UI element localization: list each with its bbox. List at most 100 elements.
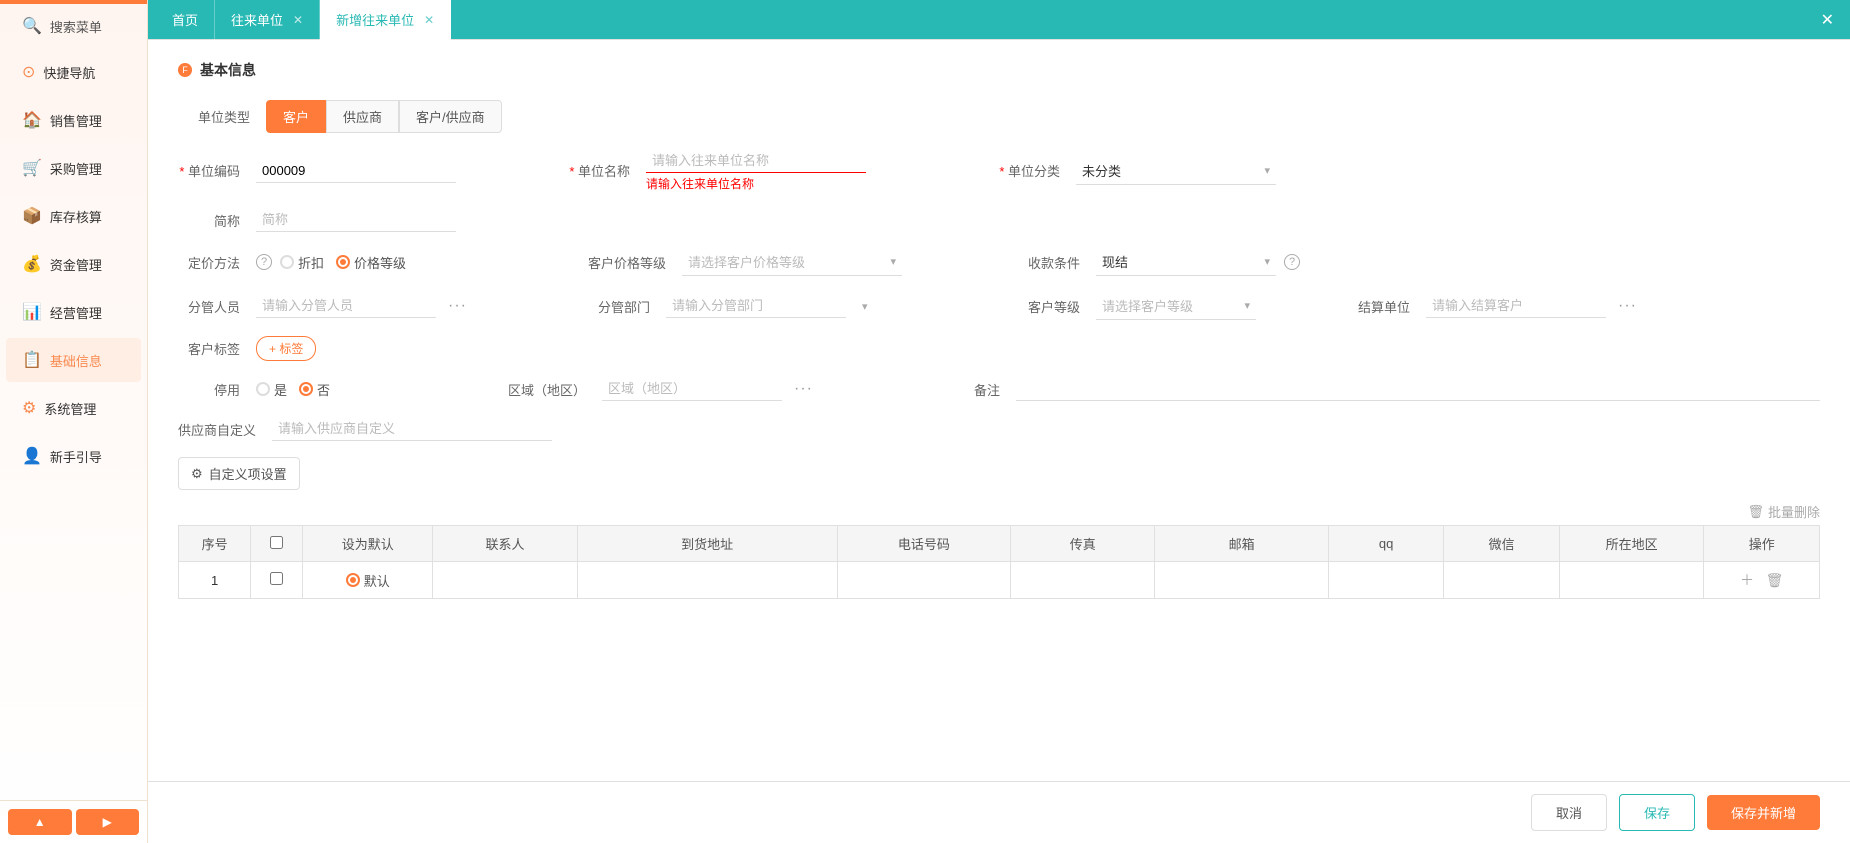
sidebar-label: 库存核算 bbox=[50, 207, 102, 226]
unit-type-group: 单位类型 客户 供应商 客户/供应商 bbox=[178, 100, 502, 133]
cell-email[interactable] bbox=[1155, 562, 1328, 599]
customer-price-label: 客户价格等级 bbox=[588, 253, 674, 272]
pricing-label: 定价方法 bbox=[178, 253, 248, 272]
manager-input[interactable] bbox=[256, 294, 436, 318]
sidebar-item-search[interactable]: 🔍 搜索菜单 bbox=[6, 6, 141, 46]
qq-input[interactable] bbox=[1339, 573, 1434, 588]
save-button[interactable]: 保存 bbox=[1619, 794, 1695, 831]
custom-settings-button[interactable]: ⚙ 自定义项设置 bbox=[178, 457, 300, 490]
sidebar-item-purchase[interactable]: 🛒 采购管理 bbox=[6, 146, 141, 190]
type-btn-customer[interactable]: 客户 bbox=[266, 100, 326, 133]
cell-action: ＋ 🗑 bbox=[1704, 562, 1820, 599]
supplier-custom-input[interactable] bbox=[272, 417, 552, 441]
sidebar-search-label: 搜索菜单 bbox=[50, 17, 102, 36]
manager-more-btn[interactable]: ··· bbox=[444, 297, 471, 315]
phone-input[interactable] bbox=[848, 573, 1000, 588]
cell-checkbox[interactable] bbox=[251, 562, 303, 599]
short-name-row: 简称 bbox=[178, 208, 1820, 232]
select-all-checkbox[interactable] bbox=[270, 536, 283, 549]
sidebar-label: 系统管理 bbox=[44, 399, 96, 418]
sidebar-item-system[interactable]: ⚙ 系统管理 bbox=[6, 386, 141, 430]
radio-price-level-label: 价格等级 bbox=[354, 253, 406, 272]
cell-fax[interactable] bbox=[1011, 562, 1155, 599]
sidebar-item-basic-info[interactable]: 📋 基础信息 bbox=[6, 338, 141, 382]
tab-new-partner[interactable]: 新增往来单位 ✕ bbox=[320, 0, 451, 40]
cell-address[interactable] bbox=[577, 562, 837, 599]
finance-icon: 💰 bbox=[22, 254, 42, 274]
sidebar-item-operations[interactable]: 📊 经营管理 bbox=[6, 290, 141, 334]
tab-home[interactable]: 首页 bbox=[156, 0, 215, 40]
customer-level-select[interactable]: 请选择客户等级 ▾ bbox=[1096, 292, 1256, 320]
table-row: 1 默认 bbox=[179, 562, 1820, 599]
batch-delete-label: 批量删除 bbox=[1768, 502, 1820, 521]
operations-icon: 📊 bbox=[22, 302, 42, 322]
unit-name-input[interactable] bbox=[646, 149, 866, 173]
address-input[interactable] bbox=[588, 573, 827, 588]
delete-row-btn[interactable]: 🗑 bbox=[1762, 570, 1788, 590]
section-title: 基本信息 bbox=[200, 60, 256, 80]
remark-input[interactable] bbox=[1016, 377, 1820, 401]
payment-help-icon[interactable]: ? bbox=[1284, 254, 1300, 270]
col-wechat: 微信 bbox=[1444, 526, 1560, 562]
tab-new-partner-close[interactable]: ✕ bbox=[424, 13, 434, 27]
sales-icon: 🏠 bbox=[22, 110, 42, 130]
add-row-btn[interactable]: ＋ bbox=[1736, 570, 1758, 590]
cell-location[interactable] bbox=[1559, 562, 1703, 599]
sidebar-footer-btn1[interactable]: ▲ bbox=[8, 809, 72, 835]
cell-contact[interactable] bbox=[433, 562, 577, 599]
cell-default[interactable]: 默认 bbox=[303, 562, 433, 599]
unit-category-select[interactable]: 未分类 ▾ bbox=[1076, 157, 1276, 185]
short-name-input[interactable] bbox=[256, 208, 456, 232]
sidebar-item-guide[interactable]: 👤 新手引导 bbox=[6, 434, 141, 478]
unit-type-label: 单位类型 bbox=[178, 107, 258, 126]
add-tag-button[interactable]: + 标签 bbox=[256, 336, 316, 361]
contact-table: 序号 设为默认 联系人 到货地址 电话号码 传真 邮箱 qq 微信 所在地区 bbox=[178, 525, 1820, 599]
pricing-radio-price-level[interactable]: 价格等级 bbox=[336, 253, 406, 272]
cell-wechat[interactable] bbox=[1444, 562, 1560, 599]
region-input[interactable] bbox=[602, 377, 782, 401]
cell-phone[interactable] bbox=[837, 562, 1010, 599]
contact-input[interactable] bbox=[443, 573, 566, 588]
manager-group: 分管人员 ··· bbox=[178, 294, 558, 318]
tab-partner-list-close[interactable]: ✕ bbox=[293, 13, 303, 27]
region-more-btn[interactable]: ··· bbox=[790, 380, 817, 398]
customer-price-select[interactable]: 请选择客户价格等级 ▾ bbox=[682, 248, 902, 276]
batch-delete-btn[interactable]: 🗑 批量删除 bbox=[178, 502, 1820, 521]
save-new-button[interactable]: 保存并新增 bbox=[1707, 795, 1820, 830]
radio-no-label: 否 bbox=[317, 380, 330, 399]
sidebar-label: 新手引导 bbox=[50, 447, 102, 466]
wechat-input[interactable] bbox=[1454, 573, 1549, 588]
window-close-button[interactable]: ✕ bbox=[1813, 10, 1842, 30]
pricing-radio-discount[interactable]: 折扣 bbox=[280, 253, 324, 272]
disabled-radio-yes[interactable]: 是 bbox=[256, 380, 287, 399]
settlement-label: 结算单位 bbox=[1348, 297, 1418, 316]
fax-input[interactable] bbox=[1021, 573, 1144, 588]
sidebar-label: 采购管理 bbox=[50, 159, 102, 178]
location-input[interactable] bbox=[1570, 573, 1693, 588]
default-radio[interactable]: 默认 bbox=[313, 571, 422, 590]
settlement-more-btn[interactable]: ··· bbox=[1614, 297, 1641, 315]
email-input[interactable] bbox=[1165, 573, 1317, 588]
cancel-button[interactable]: 取消 bbox=[1531, 794, 1607, 831]
sidebar-item-finance[interactable]: 💰 资金管理 bbox=[6, 242, 141, 286]
payment-select[interactable]: 现结 ▾ bbox=[1096, 248, 1276, 276]
sidebar-item-quick-nav[interactable]: ⊙ 快捷导航 bbox=[6, 50, 141, 94]
region-label: 区域（地区） bbox=[508, 380, 594, 399]
type-btn-both[interactable]: 客户/供应商 bbox=[399, 100, 502, 133]
dept-input[interactable] bbox=[666, 294, 846, 318]
sidebar-item-sales[interactable]: 🏠 销售管理 bbox=[6, 98, 141, 142]
sidebar-item-inventory[interactable]: 📦 库存核算 bbox=[6, 194, 141, 238]
sidebar-footer-btn2[interactable]: ▶ bbox=[76, 809, 140, 835]
type-btn-supplier[interactable]: 供应商 bbox=[326, 100, 399, 133]
cell-qq[interactable] bbox=[1328, 562, 1444, 599]
radio-discount-label: 折扣 bbox=[298, 253, 324, 272]
unit-code-input[interactable] bbox=[256, 159, 456, 183]
settlement-input[interactable] bbox=[1426, 294, 1606, 318]
tab-partner-list[interactable]: 往来单位 ✕ bbox=[215, 0, 320, 40]
dept-dropdown-icon: ▾ bbox=[862, 300, 868, 313]
tab-home-label: 首页 bbox=[172, 10, 198, 29]
dept-select[interactable]: ▾ bbox=[854, 300, 884, 313]
pricing-help-icon[interactable]: ? bbox=[256, 254, 272, 270]
row-checkbox[interactable] bbox=[270, 572, 283, 585]
disabled-radio-no[interactable]: 否 bbox=[299, 380, 330, 399]
